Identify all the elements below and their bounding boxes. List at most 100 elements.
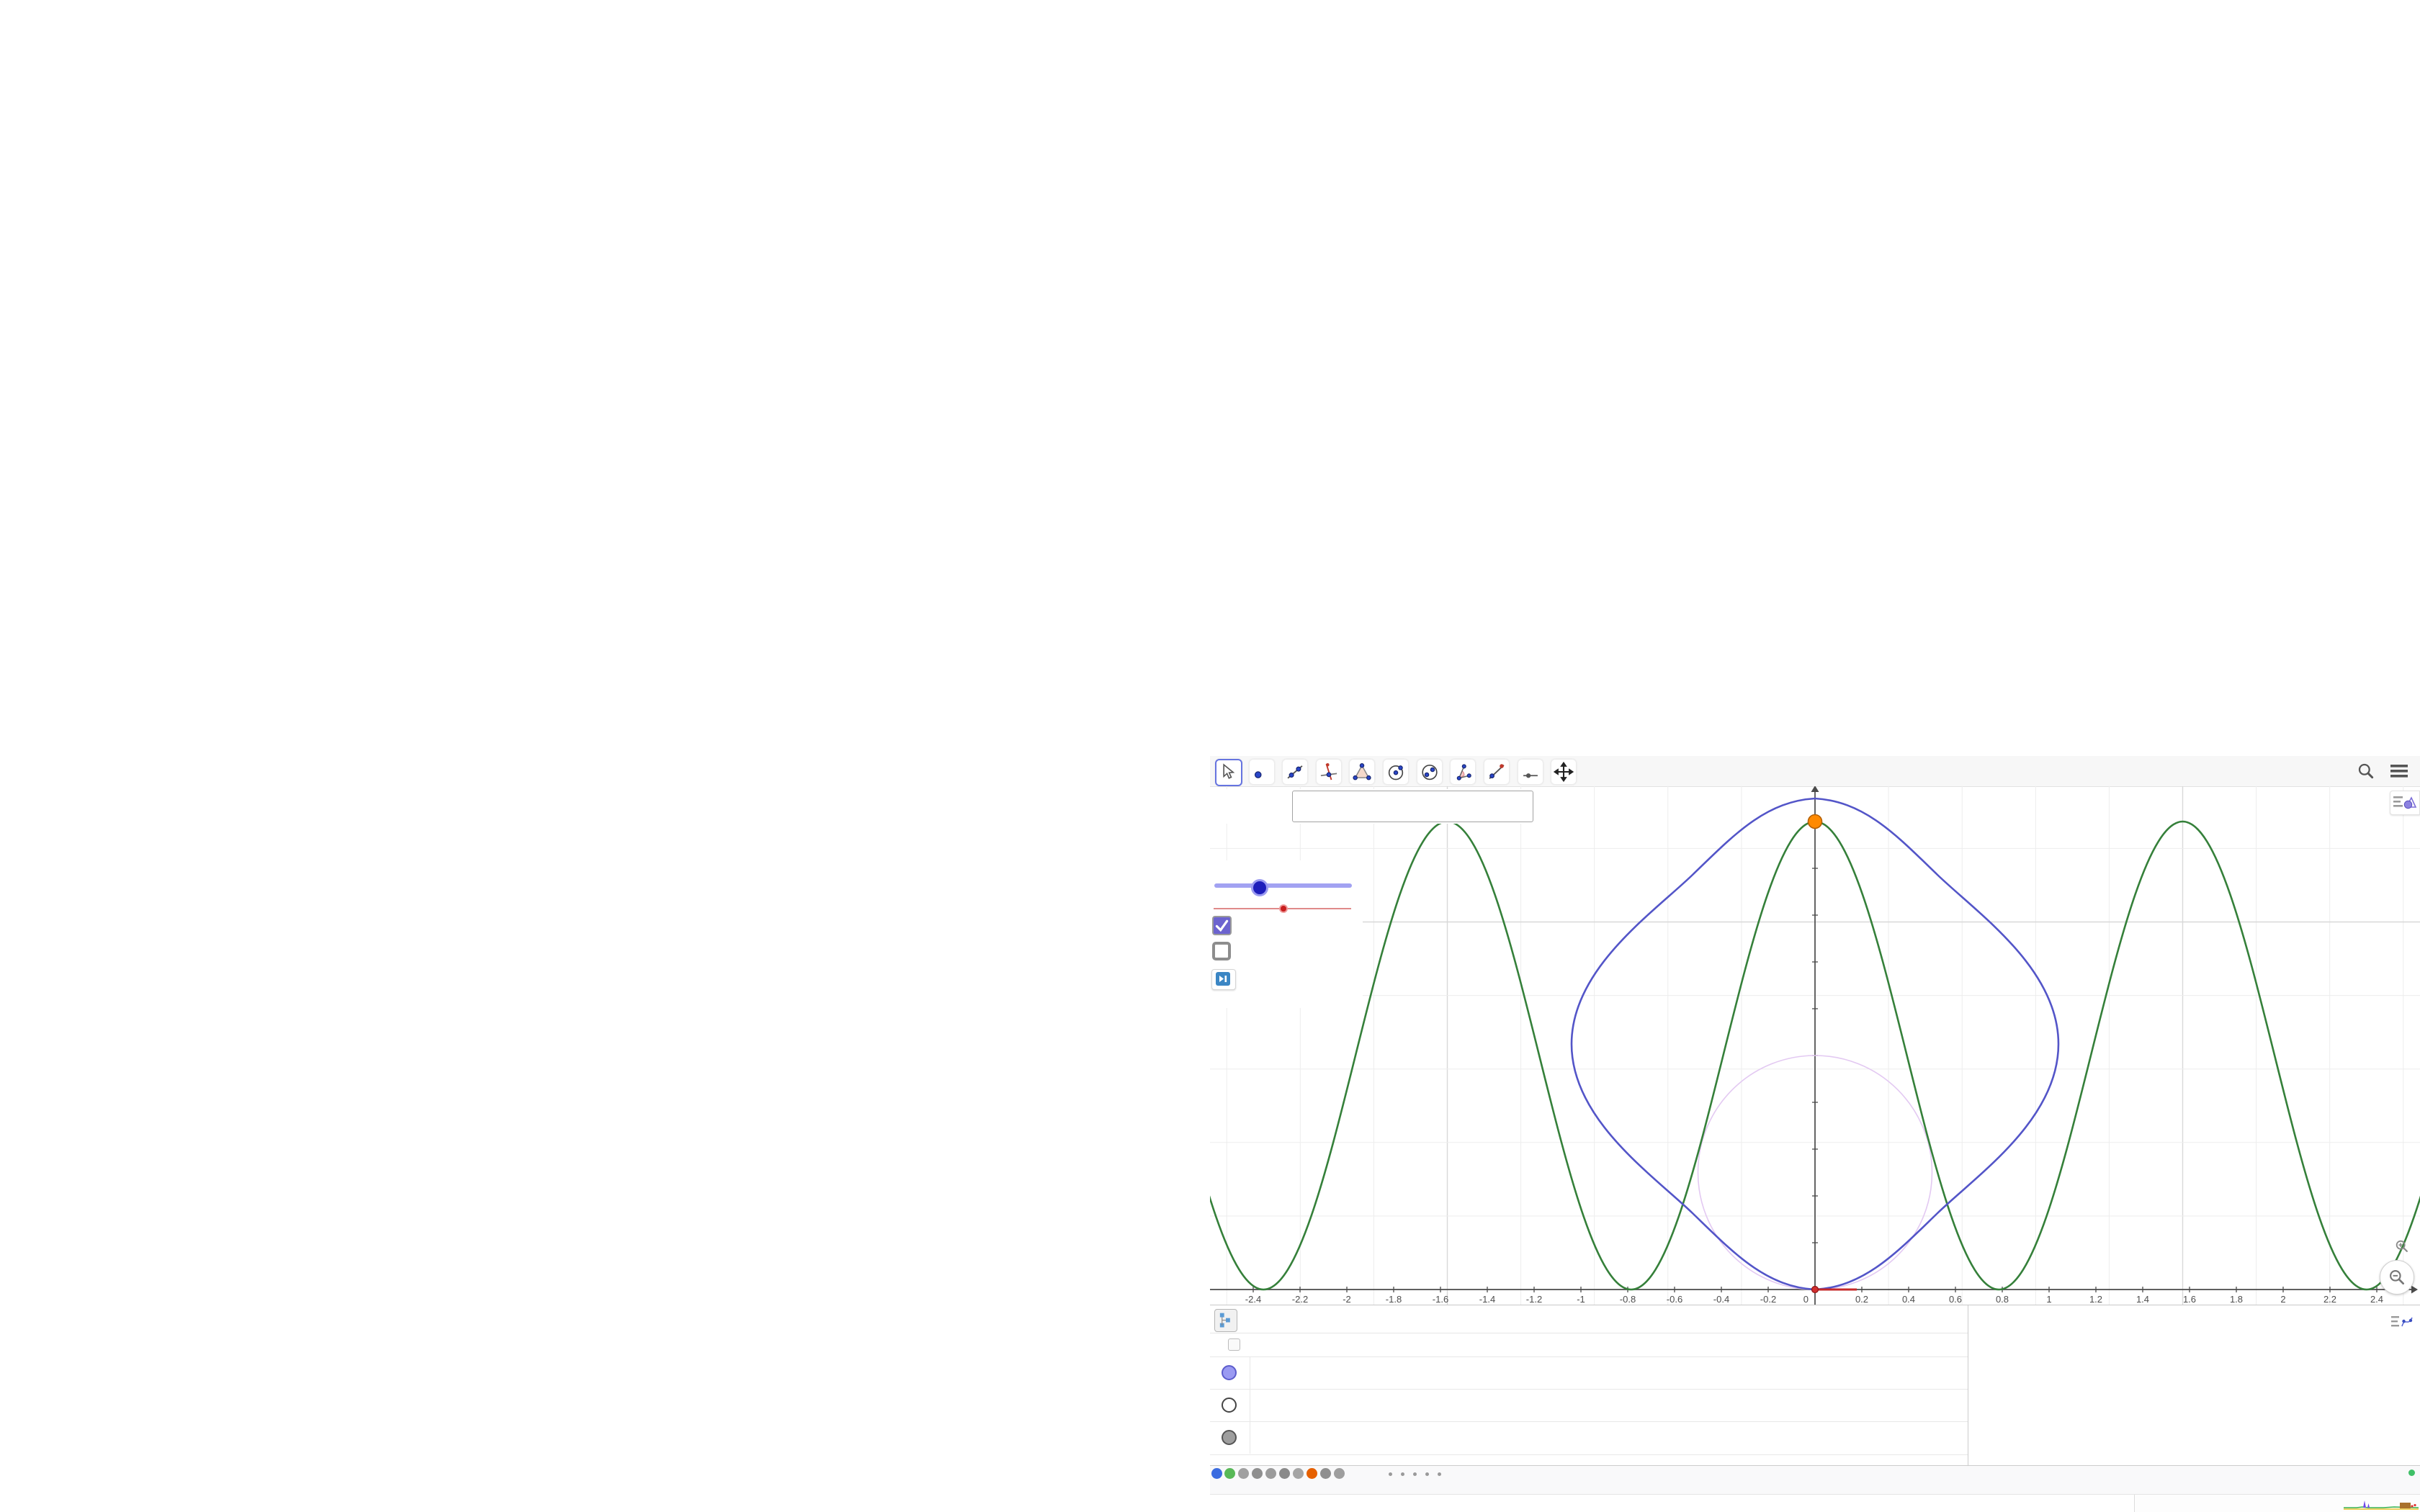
tool-circle-two-points-button[interactable] <box>1417 759 1443 785</box>
arc-length-slider-track[interactable] <box>1214 883 1352 888</box>
visibility-dot-funcs[interactable] <box>1222 1430 1237 1445</box>
extension-icon[interactable] <box>1265 1468 1276 1479</box>
zoom-in-icon[interactable] <box>2394 1238 2410 1258</box>
x-tick-label: -0.6 <box>1667 1294 1682 1305</box>
axes <box>1210 786 2418 1305</box>
tool-line-button[interactable] <box>1282 759 1308 785</box>
x-tick-label: 0.8 <box>1996 1294 2009 1305</box>
extension-icon[interactable] <box>1334 1468 1345 1479</box>
x-tick-label: -2 <box>1343 1294 1351 1305</box>
algebra-row-funcs[interactable] <box>1210 1421 1968 1455</box>
zoom-out-icon <box>2388 1268 2406 1290</box>
tool-circle-center-button[interactable] <box>1383 759 1409 785</box>
skip-next-icon <box>1212 972 1234 991</box>
x-tick-label: 2.2 <box>2323 1294 2336 1305</box>
list-header <box>1210 1337 1968 1359</box>
extension-icon[interactable] <box>1252 1468 1263 1479</box>
x-tick-label: -0.2 <box>1760 1294 1776 1305</box>
algebra-row-funcnames[interactable] <box>1210 1389 1968 1422</box>
extension-icon[interactable] <box>1279 1468 1290 1479</box>
x-tick-label: 1.4 <box>2136 1294 2149 1305</box>
x-tick-label: -1 <box>1577 1294 1585 1305</box>
arc-position-point[interactable] <box>1811 1285 1819 1294</box>
search-button[interactable] <box>2357 762 2375 783</box>
collapse-list-button[interactable] <box>1228 1338 1240 1351</box>
x-tick-label: 0.6 <box>1949 1294 1962 1305</box>
function-input-row <box>1210 789 1536 824</box>
status-green-dot <box>2408 1470 2415 1476</box>
quadrant-top-right-mirrored <box>1210 0 2420 756</box>
extension-icon[interactable] <box>1224 1468 1235 1479</box>
x-tick-label: 1.6 <box>2183 1294 2196 1305</box>
tracing-checkbox[interactable] <box>1212 942 1231 960</box>
visibility-dot-funcnames[interactable] <box>1222 1398 1237 1413</box>
algebra-view <box>1210 1305 2420 1466</box>
tool-perpendicular-line-button[interactable] <box>1316 759 1342 785</box>
x-tick-label: -0.8 <box>1620 1294 1636 1305</box>
graphics2-stylebar-icon[interactable] <box>2390 1313 2414 1335</box>
quadrant-top-left-mirrored <box>0 0 1210 756</box>
x-tick-label: -1.2 <box>1526 1294 1542 1305</box>
tool-move-view-button[interactable] <box>1551 759 1577 785</box>
x-tick-label: -1.6 <box>1433 1294 1448 1305</box>
cpu-sparkline <box>2344 1497 2419 1512</box>
curvature-tangent-checkbox[interactable] <box>1212 916 1232 935</box>
tab-dot-icon <box>1413 1472 1417 1476</box>
algebra-row-curves[interactable] <box>1210 1356 1968 1390</box>
x-tick-label: 0 <box>1803 1294 1809 1305</box>
x-tick-label: 0.4 <box>1902 1294 1915 1305</box>
tab-dot-icon <box>1425 1472 1429 1476</box>
browser-toolbar <box>1210 1465 2420 1495</box>
tool-move-button[interactable] <box>1215 759 1242 786</box>
draggable-point-orange[interactable] <box>1807 814 1823 829</box>
graphics-view[interactable]: -2.4 -2.2 -2 -1.8 -1.6 -1.4 -1.2 -1 -0.8 -0.6 -0.4… <box>1210 786 2420 1305</box>
graphics-stylebar-toggle[interactable] <box>2390 791 2420 815</box>
tool-point-button[interactable] <box>1249 759 1275 785</box>
mirrored-screenshot-stage: -2.4 -2.2 -2 -1.8 -1.6 -1.4 -1.2 -1 -0.8 -0.6 -0.4… <box>0 0 2420 1512</box>
visibility-dot-curves[interactable] <box>1222 1365 1237 1380</box>
desktop-bottom-strip <box>1210 1494 2420 1512</box>
tab-dot-icon <box>1438 1472 1441 1476</box>
tool-angle-button[interactable] <box>1450 759 1476 785</box>
arc-position-slider-thumb[interactable] <box>1279 904 1288 913</box>
checkmark-icon <box>1214 919 1230 937</box>
extension-icon[interactable] <box>1307 1468 1317 1479</box>
tab-dot-icon <box>1401 1472 1404 1476</box>
x-axis-tick-labels: -2.4 -2.2 -2 -1.8 -1.6 -1.4 -1.2 -1 -0.8 -0.6 -0.4… <box>1245 1294 2383 1305</box>
system-monitor-widget <box>2134 1495 2420 1512</box>
curvature-function-dropdown[interactable] <box>1292 791 1533 822</box>
browser-chrome <box>1210 1465 2420 1512</box>
gear-icon[interactable] <box>1263 1309 1284 1331</box>
extension-icon[interactable] <box>1238 1468 1249 1479</box>
location-pin-icon[interactable] <box>1211 1468 1222 1479</box>
kebab-menu-icon[interactable] <box>1289 1309 1311 1331</box>
fx-button[interactable] <box>1239 1309 1260 1331</box>
arc-length-slider-thumb[interactable] <box>1251 879 1268 896</box>
x-tick-label: -0.4 <box>1713 1294 1729 1305</box>
menu-button[interactable] <box>2389 762 2409 784</box>
x-tick-label: -2.2 <box>1292 1294 1308 1305</box>
tool-slider-button[interactable] <box>1518 759 1543 785</box>
tool-tangent-button[interactable] <box>1484 759 1510 785</box>
tree-view-icon <box>1216 1313 1236 1333</box>
geogebra-toolbar <box>1210 756 2420 787</box>
geogebra-browser-window: -2.4 -2.2 -2 -1.8 -1.6 -1.4 -1.2 -1 -0.8 -0.6 -0.4… <box>1210 756 2420 1512</box>
x-tick-label: -2.4 <box>1245 1294 1261 1305</box>
step-forward-button[interactable] <box>1211 969 1236 990</box>
algebra-view-header <box>1210 1308 1968 1333</box>
x-tick-label: 2.4 <box>2370 1294 2383 1305</box>
quadrant-bottom-left-mirrored <box>0 756 1210 1512</box>
quadrant-bottom-right: -2.4 -2.2 -2 -1.8 -1.6 -1.4 -1.2 -1 -0.8 -0.6 -0.4… <box>1210 756 2420 1512</box>
x-tick-label: 2 <box>2280 1294 2285 1305</box>
tree-view-toggle-button[interactable] <box>1214 1309 1237 1332</box>
x-tick-label: 1 <box>2046 1294 2051 1305</box>
stylebar-icon <box>2390 796 2418 816</box>
extension-icon[interactable] <box>1293 1468 1304 1479</box>
zoom-out-button[interactable] <box>2380 1260 2414 1295</box>
x-tick-label: 1.2 <box>2089 1294 2102 1305</box>
x-tick-label: 0.2 <box>1855 1294 1868 1305</box>
x-tick-label: 1.8 <box>2230 1294 2243 1305</box>
tool-polygon-button[interactable] <box>1349 759 1375 785</box>
x-tick-label: -1.8 <box>1386 1294 1402 1305</box>
extension-icon[interactable] <box>1320 1468 1331 1479</box>
